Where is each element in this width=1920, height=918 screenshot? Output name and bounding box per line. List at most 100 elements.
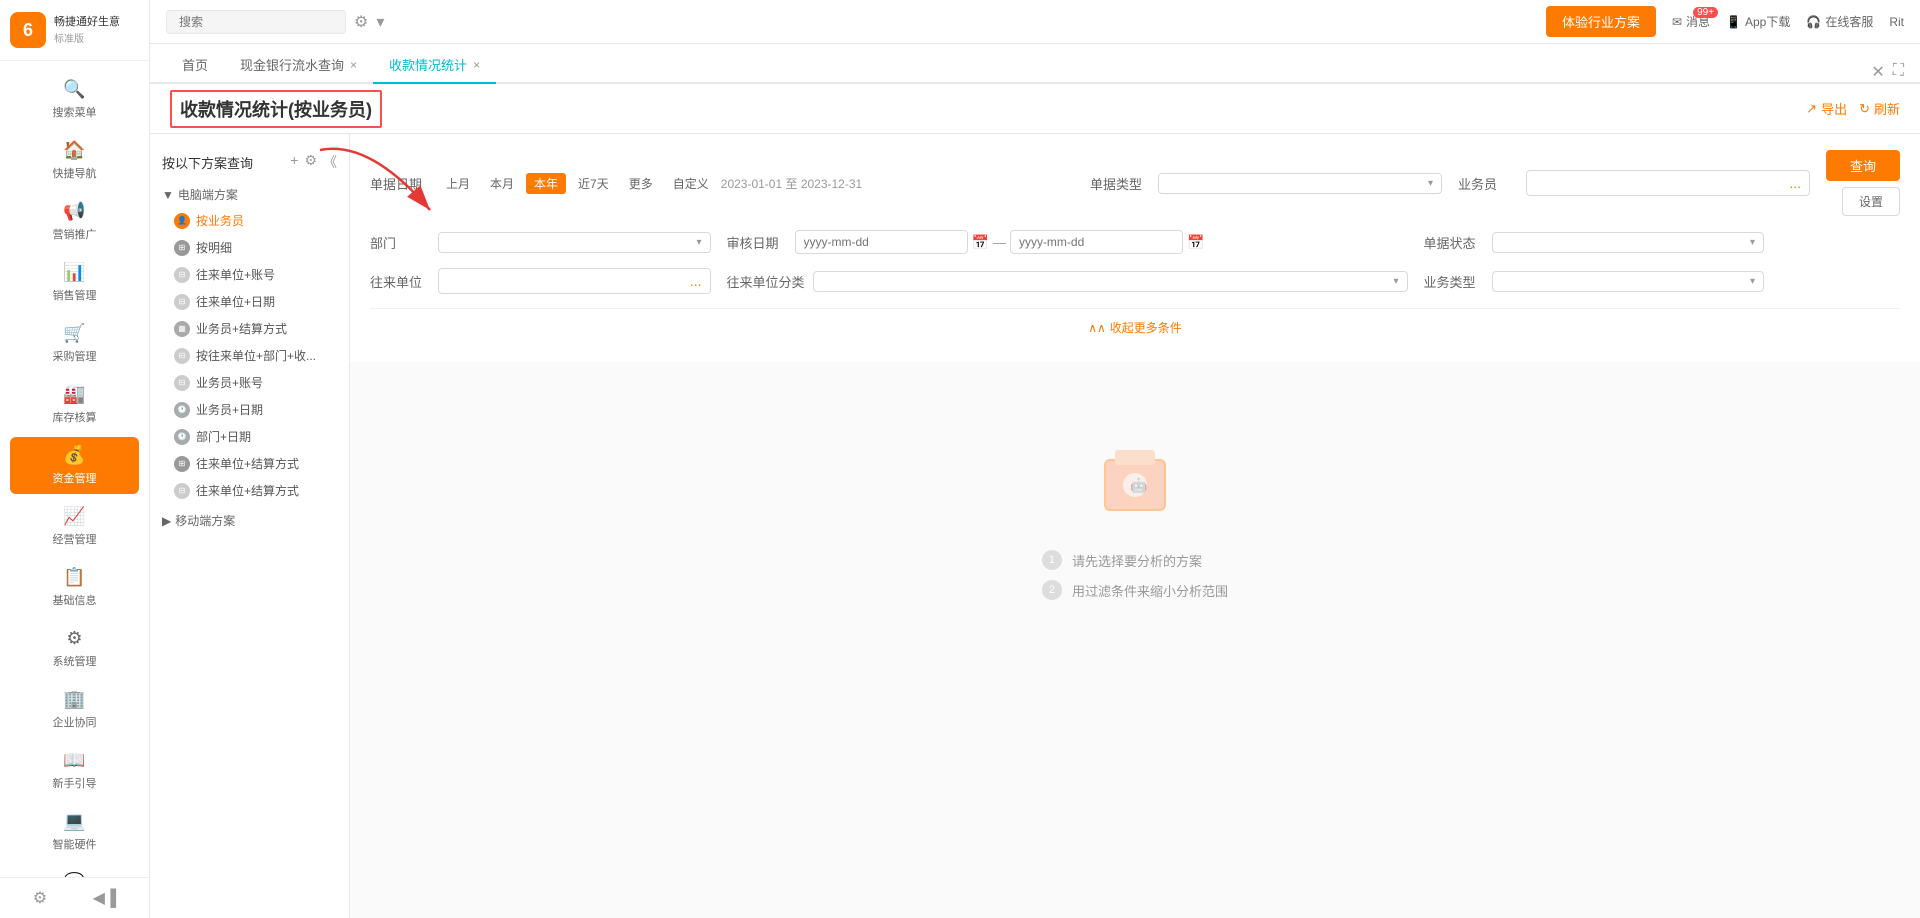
tab-home[interactable]: 首页	[166, 47, 224, 84]
tree-item-salesman-account[interactable]: ⊟ 业务员+账号	[150, 369, 349, 396]
sidebar-item-purchase[interactable]: 🛒 采购管理	[0, 313, 149, 374]
date-tab-prev-month[interactable]: 上月	[438, 173, 478, 194]
corp-icon: 🏢	[63, 689, 85, 710]
partner-category-arrow: ▾	[1393, 276, 1398, 287]
sidebar-item-quick-nav[interactable]: 🏠 快捷导航	[0, 130, 149, 191]
tab-collection-stats[interactable]: 收款情况统计 ×	[373, 47, 496, 84]
tree-section-title-mobile[interactable]: ▶ 移动端方案	[150, 508, 349, 533]
header-gear-icon[interactable]: ⚙	[354, 12, 368, 32]
doc-type-field: 单据类型 ▾	[1090, 173, 1442, 194]
dept-field: 部门 ▾	[370, 232, 711, 253]
sidebar-item-search[interactable]: 🔍 搜索菜单	[0, 69, 149, 130]
panel-header: 按以下方案查询 + ⚙ 《	[150, 146, 349, 178]
logo-icon: 6	[10, 12, 46, 48]
tree-item-unit-settle1[interactable]: ⊞ 往来单位+结算方式	[150, 450, 349, 477]
sales-icon: 📊	[63, 262, 85, 283]
collapse-label: 收起更多条件	[1110, 319, 1182, 336]
sidebar-item-finance[interactable]: 💰 资金管理	[10, 437, 139, 494]
date-tab-this-year[interactable]: 本年	[526, 173, 566, 194]
refresh-button[interactable]: ↻ 刷新	[1859, 99, 1900, 118]
tree-item-salesman-date[interactable]: 🕐 业务员+日期	[150, 396, 349, 423]
sidebar: 6 畅捷通好生意 标准版 🔍 搜索菜单 🏠 快捷导航 📢 营销推广 📊 销售管理…	[0, 0, 150, 918]
user-name-area[interactable]: Rit	[1889, 15, 1904, 29]
tab-close-bank-flow[interactable]: ×	[350, 58, 357, 72]
tree-item-by-detail[interactable]: ⊞ 按明细	[150, 234, 349, 261]
tree-section-title-desktop[interactable]: ▼ 电脑端方案	[150, 182, 349, 207]
salesman-select[interactable]: ...	[1526, 170, 1810, 196]
tree-section-mobile: ▶ 移动端方案	[150, 508, 349, 533]
empty-state: 🤖 1 请先选择要分析的方案 2 用过滤条件来缩小分析范围	[350, 370, 1920, 670]
form-row-1: 单据日期 上月 本月 本年 近7天 更多 自定义 2023-01-01 至 20…	[370, 150, 1900, 216]
empty-step-2: 2 用过滤条件来缩小分析范围	[1042, 580, 1228, 600]
sidebar-item-warehouse[interactable]: 🏭 库存核算	[0, 374, 149, 435]
window-maximize-btn[interactable]: ⛶	[1893, 62, 1904, 82]
tree-item-dept-date[interactable]: 🕐 部门+日期	[150, 423, 349, 450]
sidebar-item-hardware[interactable]: 💻 智能硬件	[0, 801, 149, 862]
review-date-inputs: 📅 — 📅	[795, 230, 1205, 254]
header-dropdown-icon[interactable]: ▾	[376, 12, 384, 32]
warehouse-icon: 🏭	[63, 384, 85, 405]
window-close-btn[interactable]: ✕	[1871, 62, 1884, 82]
review-date-start[interactable]	[795, 230, 968, 254]
tree-section-desktop: ▼ 电脑端方案 👤 按业务员 ⊞ 按明细 ⊟ 往来单位+账号 ⊟ 往来单	[150, 182, 349, 504]
date-separator: —	[993, 235, 1006, 250]
sidebar-bottom: ⚙ ◀▐	[0, 877, 149, 918]
query-button[interactable]: 查询	[1826, 150, 1900, 181]
partner-dots[interactable]: ...	[690, 273, 702, 289]
panel-collapse-icon[interactable]: 《	[323, 152, 337, 172]
tree-item-unit-settle2[interactable]: ⊟ 往来单位+结算方式	[150, 477, 349, 504]
salesman-settle-icon: ▦	[174, 321, 190, 337]
sidebar-item-basic[interactable]: 📋 基础信息	[0, 557, 149, 618]
sidebar-item-guide[interactable]: 📖 新手引导	[0, 740, 149, 801]
message-action[interactable]: ✉ 消息 99+	[1672, 13, 1710, 30]
date-tab-last7[interactable]: 近7天	[570, 173, 617, 194]
tree-item-unit-dept[interactable]: ⊟ 按往来单位+部门+收...	[150, 342, 349, 369]
sidebar-item-corp[interactable]: 🏢 企业协同	[0, 679, 149, 740]
tree-item-unit-account[interactable]: ⊟ 往来单位+账号	[150, 261, 349, 288]
panel-gear-icon[interactable]: ⚙	[304, 152, 317, 172]
export-button[interactable]: ↗ 导出	[1806, 99, 1847, 118]
biz-type-select[interactable]: ▾	[1492, 271, 1765, 292]
unit-date-icon: ⊟	[174, 294, 190, 310]
date-tabs: 上月 本月 本年 近7天 更多 自定义	[438, 173, 717, 194]
empty-steps: 1 请先选择要分析的方案 2 用过滤条件来缩小分析范围	[1042, 550, 1228, 610]
date-tab-this-month[interactable]: 本月	[482, 173, 522, 194]
main-content: ⚙ ▾ 体验行业方案 ✉ 消息 99+ 📱 App下载 🎧 在线客服 Rit	[150, 0, 1920, 918]
form-row-3: 往来单位 ... 往来单位分类 ▾ 业务类型	[370, 268, 1900, 294]
partner-select[interactable]: ...	[438, 268, 711, 294]
sidebar-item-sales[interactable]: 📊 销售管理	[0, 252, 149, 313]
partner-category-select[interactable]: ▾	[813, 271, 1408, 292]
date-tab-more[interactable]: 更多	[621, 173, 661, 194]
salesman-dots[interactable]: ...	[1789, 175, 1801, 191]
sidebar-item-wechat[interactable]: 💬 企业微信	[0, 862, 149, 877]
sidebar-nav: 🔍 搜索菜单 🏠 快捷导航 📢 营销推广 📊 销售管理 🛒 采购管理 🏭 库存核…	[0, 61, 149, 877]
online-service-action[interactable]: 🎧 在线客服	[1806, 13, 1873, 30]
panel-add-icon[interactable]: +	[290, 152, 298, 172]
dept-select[interactable]: ▾	[438, 232, 711, 253]
tree-item-unit-date[interactable]: ⊟ 往来单位+日期	[150, 288, 349, 315]
doc-status-select[interactable]: ▾	[1492, 232, 1765, 253]
collapse-bar[interactable]: ∧∧ 收起更多条件	[370, 308, 1900, 346]
tree-item-salesman-settle[interactable]: ▦ 业务员+结算方式	[150, 315, 349, 342]
sidebar-item-operations[interactable]: 📈 经营管理	[0, 496, 149, 557]
tree-mobile-expand-icon: ▶	[162, 514, 171, 528]
doc-status-label: 单据状态	[1424, 233, 1484, 252]
sidebar-item-system[interactable]: ⚙ 系统管理	[0, 618, 149, 679]
purchase-icon: 🛒	[63, 323, 85, 344]
right-panel: 单据日期 上月 本月 本年 近7天 更多 自定义 2023-01-01 至 20…	[350, 134, 1920, 918]
collapse-sidebar-btn[interactable]: ◀▐	[93, 888, 117, 908]
tab-close-collection-stats[interactable]: ×	[473, 58, 480, 72]
marketing-icon: 📢	[63, 201, 85, 222]
date-tab-custom[interactable]: 自定义	[665, 173, 717, 194]
doc-type-select[interactable]: ▾	[1158, 173, 1442, 194]
settings-bottom-btn[interactable]: ⚙	[33, 888, 47, 908]
app-download-action[interactable]: 📱 App下载	[1726, 13, 1790, 30]
header-search-input[interactable]	[166, 10, 346, 34]
sidebar-item-marketing[interactable]: 📢 营销推广	[0, 191, 149, 252]
trial-button[interactable]: 体验行业方案	[1546, 6, 1656, 37]
tab-bank-flow[interactable]: 现金银行流水查询 ×	[224, 47, 373, 84]
finance-icon: 💰	[63, 445, 85, 466]
review-date-end[interactable]	[1010, 230, 1183, 254]
tree-item-by-salesman[interactable]: 👤 按业务员	[150, 207, 349, 234]
settings-button[interactable]: 设置	[1842, 187, 1900, 216]
